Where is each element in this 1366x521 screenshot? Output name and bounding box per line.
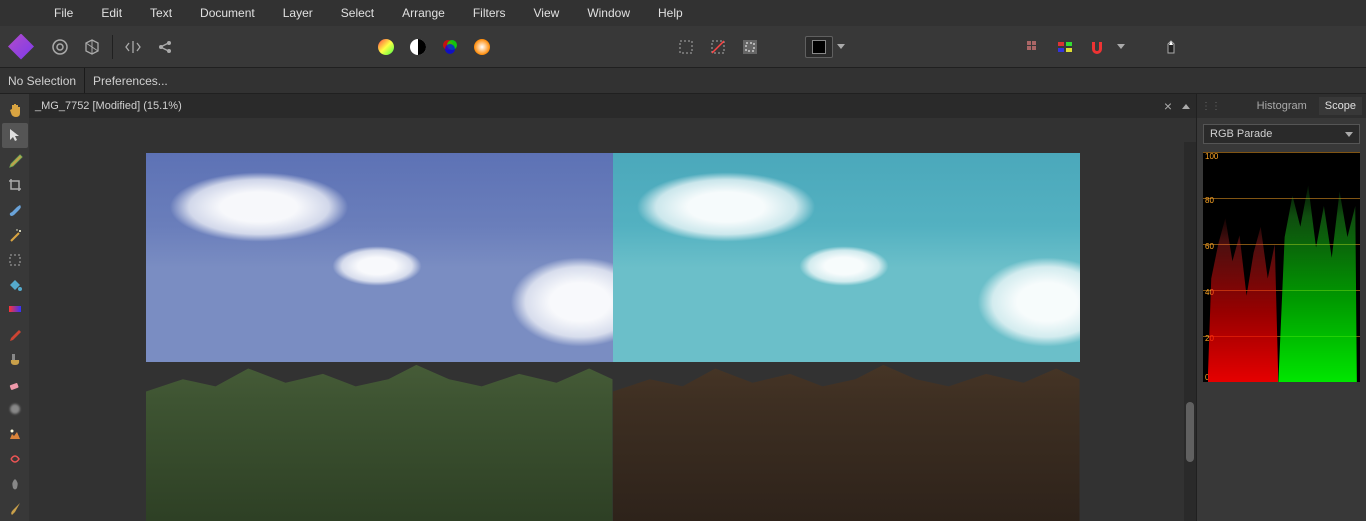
brush-tool-icon[interactable] <box>2 198 28 223</box>
close-document-icon[interactable]: × <box>1164 98 1172 114</box>
tab-scope[interactable]: Scope <box>1319 97 1362 115</box>
menu-view[interactable]: View <box>520 2 574 24</box>
color-picker-tool-icon[interactable] <box>2 148 28 173</box>
magnet-icon[interactable] <box>1083 33 1111 61</box>
invert-selection-icon[interactable] <box>736 33 764 61</box>
share-icon[interactable] <box>151 33 179 61</box>
canvas-area: _MG_7752 [Modified] (15.1%) × <box>29 94 1196 521</box>
smudge-tool-icon[interactable] <box>2 496 28 521</box>
pen-tool-icon[interactable] <box>2 322 28 347</box>
scope-mode-select[interactable]: RGB Parade <box>1203 124 1360 144</box>
red-channel-trace <box>1208 210 1279 383</box>
healing-tool-icon[interactable] <box>2 446 28 471</box>
menu-document[interactable]: Document <box>186 2 269 24</box>
document-tab[interactable]: _MG_7752 [Modified] (15.1%) <box>35 100 182 112</box>
chevron-down-icon <box>1345 132 1353 137</box>
scope-level: 100 <box>1205 152 1218 161</box>
autosync-icon[interactable] <box>46 33 74 61</box>
selection-status: No Selection <box>0 74 84 88</box>
scope-mode-label: RGB Parade <box>1210 128 1272 140</box>
blur-tool-icon[interactable] <box>2 397 28 422</box>
tab-histogram[interactable]: Histogram <box>1251 97 1313 115</box>
flags-icon[interactable] <box>1051 33 1079 61</box>
grid-icon[interactable] <box>1019 33 1047 61</box>
fill-tool-icon[interactable] <box>2 272 28 297</box>
tuxedo-icon[interactable] <box>1157 33 1185 61</box>
menu-layer[interactable]: Layer <box>269 2 327 24</box>
preferences-button[interactable]: Preferences... <box>84 68 176 93</box>
menu-filters[interactable]: Filters <box>459 2 520 24</box>
menu-file[interactable]: File <box>40 2 87 24</box>
scrollbar-thumb[interactable] <box>1186 402 1194 462</box>
marquee-icon[interactable] <box>672 33 700 61</box>
scope-level: 60 <box>1205 242 1214 251</box>
foreground-color-swatch[interactable] <box>805 36 833 58</box>
selection-group <box>670 33 766 61</box>
gradient-circle-icon[interactable] <box>468 33 496 61</box>
cube-icon[interactable] <box>78 33 106 61</box>
snap-dropdown-icon[interactable] <box>1117 44 1125 49</box>
bw-icon[interactable] <box>404 33 432 61</box>
mirror-icon[interactable] <box>119 33 147 61</box>
rgb-icon[interactable] <box>436 33 464 61</box>
crop-tool-icon[interactable] <box>2 173 28 198</box>
magic-wand-tool-icon[interactable] <box>2 222 28 247</box>
eraser-tool-icon[interactable] <box>2 372 28 397</box>
green-channel-trace <box>1278 175 1357 382</box>
gradient-tool-icon[interactable] <box>2 297 28 322</box>
menu-window[interactable]: Window <box>573 2 644 24</box>
menu-text[interactable]: Text <box>136 2 186 24</box>
collapse-arrow-icon[interactable] <box>1182 104 1190 109</box>
hsl-icon[interactable] <box>372 33 400 61</box>
inpainting-tool-icon[interactable] <box>2 421 28 446</box>
document-tab-bar: _MG_7752 [Modified] (15.1%) × <box>29 94 1196 118</box>
vertical-scrollbar[interactable] <box>1184 142 1196 521</box>
scope-graph: 100 80 60 40 20 0 <box>1203 152 1360 382</box>
snap-group <box>1017 33 1125 61</box>
context-bar: No Selection Preferences... <box>0 68 1366 94</box>
tools-panel <box>0 94 29 521</box>
document-image <box>146 153 1080 521</box>
main-area: _MG_7752 [Modified] (15.1%) × <box>0 94 1366 521</box>
swatch-dropdown-icon[interactable] <box>837 44 845 49</box>
move-tool-icon[interactable] <box>2 123 28 148</box>
assistant-group <box>1155 33 1187 61</box>
right-panel: ⋮⋮ Histogram Scope RGB Parade 100 80 60 … <box>1196 94 1366 521</box>
deselect-icon[interactable] <box>704 33 732 61</box>
app-logo-icon <box>8 34 34 60</box>
adjustments-group <box>370 33 498 61</box>
canvas-viewport[interactable] <box>29 118 1196 521</box>
clone-tool-icon[interactable] <box>2 347 28 372</box>
toolbar <box>0 26 1366 68</box>
menu-select[interactable]: Select <box>327 2 388 24</box>
marquee-tool-icon[interactable] <box>2 247 28 272</box>
panel-drag-icon[interactable]: ⋮⋮ <box>1201 101 1221 112</box>
panel-tab-bar: ⋮⋮ Histogram Scope <box>1197 94 1366 118</box>
dodge-tool-icon[interactable] <box>2 471 28 496</box>
scope-level: 80 <box>1205 196 1214 205</box>
hand-tool-icon[interactable] <box>2 98 28 123</box>
menu-bar: File Edit Text Document Layer Select Arr… <box>0 0 1366 26</box>
swatch-group <box>805 36 845 58</box>
menu-edit[interactable]: Edit <box>87 2 136 24</box>
menu-arrange[interactable]: Arrange <box>388 2 459 24</box>
menu-help[interactable]: Help <box>644 2 697 24</box>
